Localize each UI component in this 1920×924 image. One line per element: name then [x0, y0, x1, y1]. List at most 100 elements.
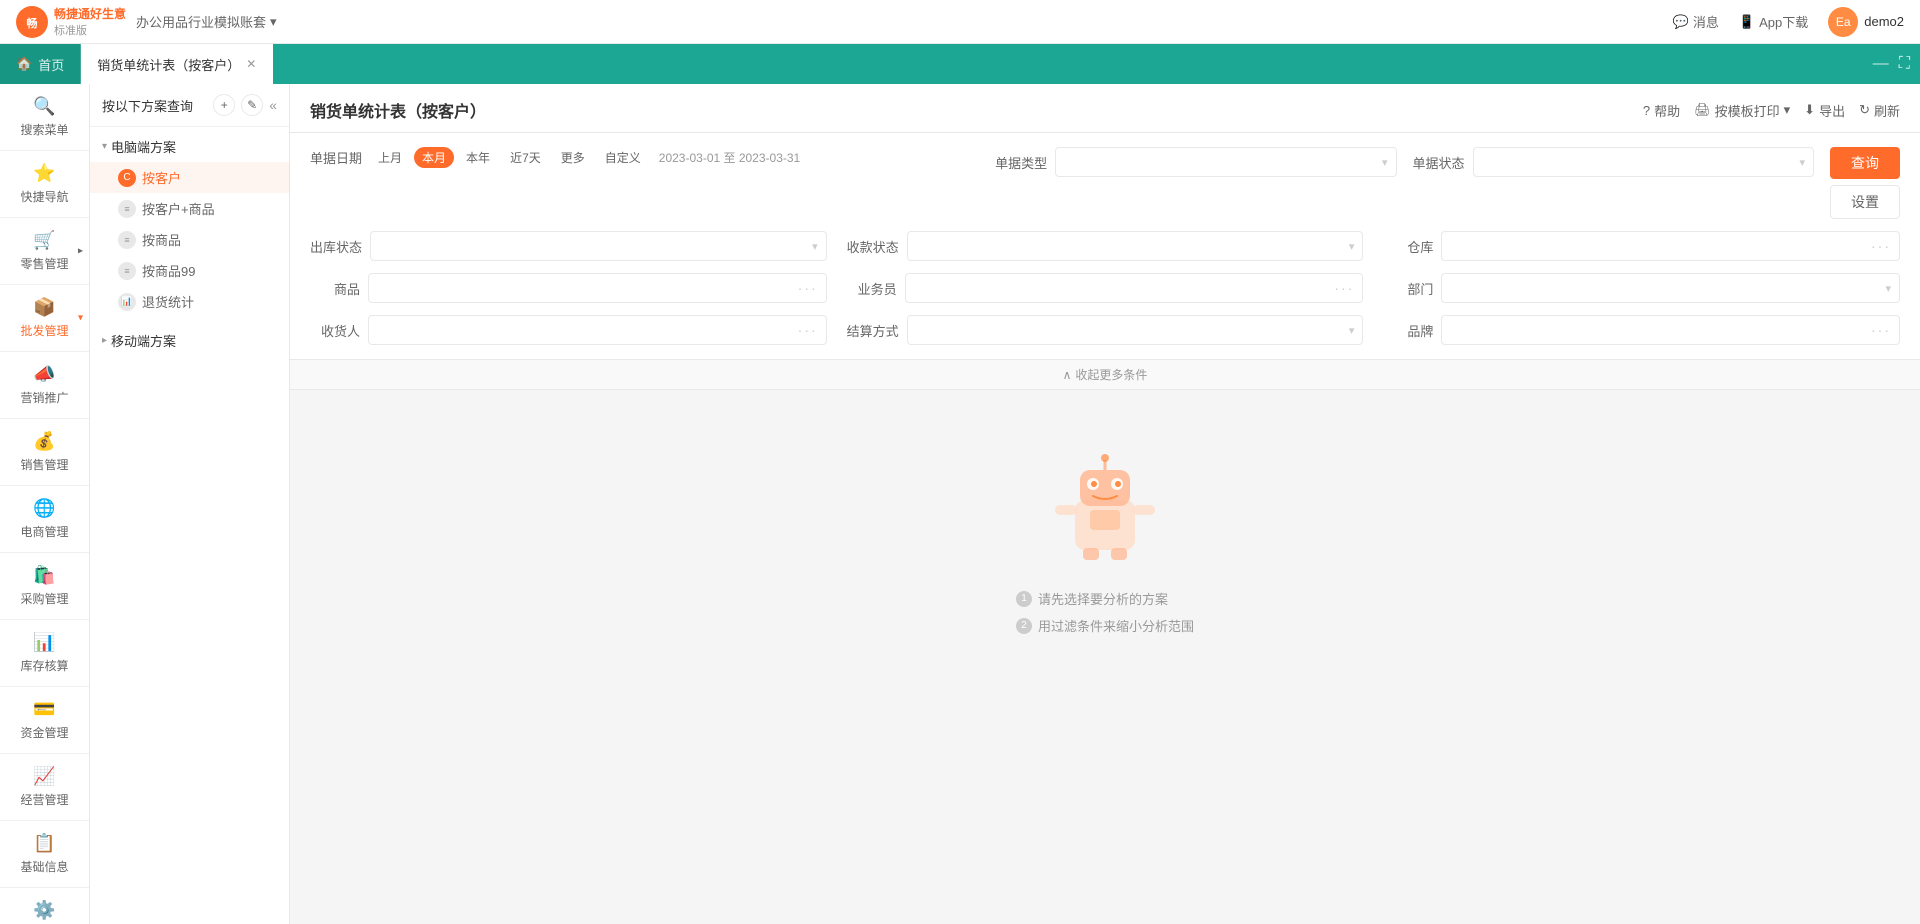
collapse-bar[interactable]: ∧ 收起更多条件 [290, 360, 1920, 390]
receiver-label: 收货人 [310, 321, 360, 340]
help-button[interactable]: ? 帮助 [1643, 101, 1680, 120]
edit-scheme-button[interactable]: ✎ [241, 94, 263, 116]
sidebar-item-system[interactable]: ⚙️ 系统管理 [0, 888, 89, 924]
sidebar-item-inventory[interactable]: 📊 库存核算 [0, 620, 89, 687]
sidebar-item-sales[interactable]: 💰 销售管理 [0, 419, 89, 486]
tree-item-return-stat[interactable]: 📊 退货统计 [90, 286, 289, 317]
sidebar: 🔍 搜索菜单 ⭐ 快捷导航 🛒 零售管理 ▸ 📦 批发管理 ▾ 📣 营销推广 💰… [0, 84, 90, 924]
type-select[interactable]: ▾ [1055, 147, 1396, 177]
tab-window-controls: — ⛶ [1863, 55, 1920, 73]
avatar-initials: Ea [1836, 15, 1851, 29]
settle-select[interactable]: ▾ [907, 315, 1364, 345]
left-panel-title: 按以下方案查询 [102, 96, 193, 115]
breadcrumb[interactable]: 办公用品行业模拟账套 ▾ [136, 12, 277, 31]
date-tab-this-month[interactable]: 本月 [414, 147, 454, 168]
tree-item-customer-goods[interactable]: ≡ 按客户+商品 [90, 193, 289, 224]
dept-select[interactable]: ▾ [1441, 273, 1900, 303]
date-filter-group: 单据日期 上月 本月 本年 近7天 更多 自定义 2023-03-01 至 20… [310, 147, 979, 168]
tab-sales-stat[interactable]: 销货单统计表（按客户） ✕ [81, 44, 273, 84]
expand-icon: ▾ [102, 141, 107, 152]
panel-actions: + ✎ « [213, 94, 277, 116]
search-icon: 🔍 [33, 96, 55, 117]
robot-icon [1045, 450, 1165, 570]
date-tab-more[interactable]: 更多 [553, 147, 593, 168]
settings-button[interactable]: 设置 [1830, 185, 1900, 219]
double-left-icon: « [269, 97, 277, 113]
sidebar-item-purchase[interactable]: 🛍️ 采购管理 [0, 553, 89, 620]
filter-row-2: 出库状态 ▾ 收款状态 ▾ 仓库 [310, 231, 1900, 261]
tree-item-by-customer[interactable]: C 按客户 [90, 162, 289, 193]
print-template-button[interactable]: 🖨 按模板打印 ▾ [1694, 101, 1790, 120]
tree-item-by-goods[interactable]: ≡ 按商品 [90, 224, 289, 255]
app-download-button[interactable]: 📱 App下载 [1739, 12, 1808, 31]
settle-label: 结算方式 [847, 321, 899, 340]
status-label: 单据状态 [1413, 153, 1465, 172]
tip1-text: 请先选择要分析的方案 [1038, 589, 1168, 608]
dept-filter: 部门 ▾ [1383, 273, 1900, 303]
date-tab-last-month[interactable]: 上月 [370, 147, 410, 168]
sidebar-item-retail[interactable]: 🛒 零售管理 ▸ [0, 218, 89, 285]
logo-main-text: 畅捷通好生意 [54, 5, 126, 22]
chevron-down-icon: ▾ [1382, 156, 1388, 169]
goods-select[interactable]: ··· [368, 273, 827, 303]
out-status-select[interactable]: ▾ [370, 231, 827, 261]
chevron-up-icon: ▾ [78, 313, 83, 324]
goods99-scheme-icon: ≡ [118, 262, 136, 280]
edit-icon: ✎ [247, 98, 257, 112]
empty-tip-1: 1 请先选择要分析的方案 [1016, 589, 1194, 608]
add-scheme-button[interactable]: + [213, 94, 235, 116]
date-tab-custom[interactable]: 自定义 [597, 147, 649, 168]
type-label: 单据类型 [995, 153, 1047, 172]
tree-mobile-header[interactable]: ▸ 移动端方案 [90, 325, 289, 356]
right-content: 销货单统计表（按客户） ? 帮助 🖨 按模板打印 ▾ ⬇ 导出 [290, 84, 1920, 924]
header-right: 💬 消息 📱 App下载 Ea demo2 [1673, 7, 1904, 37]
close-icon[interactable]: ✕ [246, 57, 256, 71]
sidebar-item-marketing[interactable]: 📣 营销推广 [0, 352, 89, 419]
tree-item-label: 按商品99 [142, 261, 195, 280]
maximize-icon[interactable]: ⛶ [1899, 55, 1910, 73]
collect-status-select[interactable]: ▾ [907, 231, 1364, 261]
date-tab-this-year[interactable]: 本年 [458, 147, 498, 168]
receiver-select[interactable]: ··· [368, 315, 827, 345]
chevron-down-icon: ▾ [1349, 324, 1355, 337]
tab-home[interactable]: 🏠 首页 [0, 44, 81, 84]
export-button[interactable]: ⬇ 导出 [1804, 101, 1845, 120]
warehouse-select[interactable]: ··· [1441, 231, 1900, 261]
sidebar-item-wholesale[interactable]: 📦 批发管理 ▾ [0, 285, 89, 352]
sidebar-item-ecom[interactable]: 🌐 电商管理 [0, 486, 89, 553]
message-icon: 💬 [1673, 14, 1689, 30]
refresh-button[interactable]: ↻ 刷新 [1859, 101, 1900, 120]
svg-text:畅: 畅 [27, 16, 38, 30]
more-icon: ··· [1871, 238, 1891, 254]
tree-item-goods-99[interactable]: ≡ 按商品99 [90, 255, 289, 286]
help-icon: ? [1643, 103, 1650, 118]
out-status-label: 出库状态 [310, 237, 362, 256]
minimize-icon[interactable]: — [1873, 55, 1889, 73]
tree-item-label: 按客户+商品 [142, 199, 215, 218]
query-button[interactable]: 查询 [1830, 147, 1900, 179]
main-layout: 🔍 搜索菜单 ⭐ 快捷导航 🛒 零售管理 ▸ 📦 批发管理 ▾ 📣 营销推广 💰… [0, 84, 1920, 924]
tree-pc-header[interactable]: ▾ 电脑端方案 [90, 131, 289, 162]
sidebar-item-quick-nav[interactable]: ⭐ 快捷导航 [0, 151, 89, 218]
logo-sub-text: 标准版 [54, 22, 126, 38]
salesperson-select[interactable]: ··· [905, 273, 1364, 303]
status-select[interactable]: ▾ [1473, 147, 1814, 177]
ecom-icon: 🌐 [33, 498, 55, 519]
tip1-num: 1 [1016, 591, 1032, 607]
sidebar-item-search[interactable]: 🔍 搜索菜单 [0, 84, 89, 151]
brand-select[interactable]: ··· [1441, 315, 1900, 345]
empty-tip-2: 2 用过滤条件来缩小分析范围 [1016, 616, 1194, 635]
collapse-panel-button[interactable]: « [269, 97, 277, 113]
brand-label: 品牌 [1383, 321, 1433, 340]
sidebar-item-basic[interactable]: 📋 基础信息 [0, 821, 89, 888]
date-tab-7days[interactable]: 近7天 [502, 147, 549, 168]
out-status-filter: 出库状态 ▾ [310, 231, 827, 261]
filter-row-3: 商品 ··· 业务员 ··· 部门 [310, 273, 1900, 303]
sidebar-item-finance[interactable]: 💳 资金管理 [0, 687, 89, 754]
status-filter: 单据状态 ▾ [1413, 147, 1814, 177]
star-icon: ⭐ [33, 163, 55, 184]
sidebar-item-operations[interactable]: 📈 经营管理 [0, 754, 89, 821]
user-menu[interactable]: Ea demo2 [1828, 7, 1904, 37]
message-button[interactable]: 💬 消息 [1673, 12, 1719, 31]
home-icon: 🏠 [16, 56, 32, 72]
